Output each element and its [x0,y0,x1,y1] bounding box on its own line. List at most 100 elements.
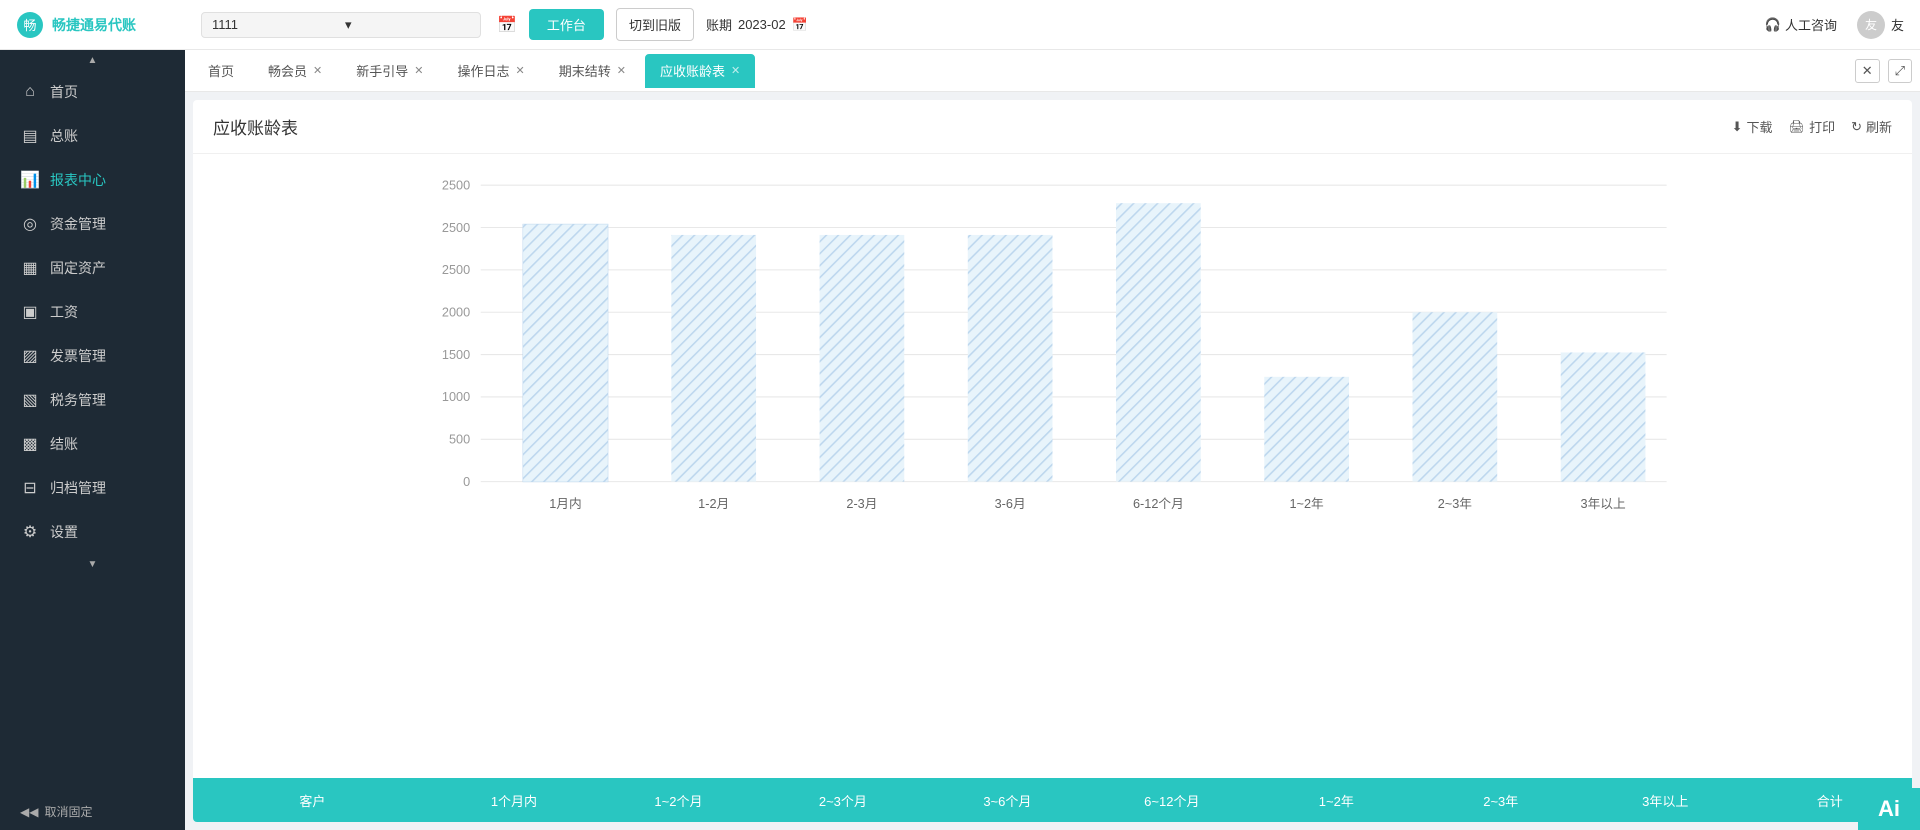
close-tab-vip[interactable]: ✕ [313,64,322,77]
page-actions: ⬇ 下载 🖨 打印 ↻ 刷新 [1732,117,1892,136]
sidebar-item-tax[interactable]: ▧ 税务管理 [0,378,185,422]
settings-icon: ⚙ [20,522,40,542]
refresh-button[interactable]: ↻ 刷新 [1851,117,1892,136]
ledger-icon: ▤ [20,126,40,146]
tax-icon: ▧ [20,390,40,410]
tabs-right-actions: ✕ ⤢ [1855,59,1912,83]
calendar-period-icon[interactable]: 📅 [792,17,808,33]
tab-oplog[interactable]: 操作日志 ✕ [442,54,539,88]
tab-closing[interactable]: 期末结转 ✕ [544,54,641,88]
company-selector[interactable]: 1111 ▾ [201,12,481,38]
company-name: 1111 [212,17,337,32]
sidebar-scroll-up[interactable]: ▲ [0,50,185,70]
avatar: 友 [1857,11,1885,39]
sidebar-item-salary[interactable]: ▣ 工资 [0,290,185,334]
sidebar-item-checkout[interactable]: ▩ 结账 [0,422,185,466]
main-layout: ▲ ⌂ 首页 ▤ 总账 📊 报表中心 ◎ 资金管理 ▦ 固定资产 ▣ 工资 ▨ … [0,50,1920,830]
sidebar-item-invoice[interactable]: ▨ 发票管理 [0,334,185,378]
app-header: 畅 畅捷通易代账 1111 ▾ 📅 工作台 切到旧版 账期 2023-02 📅 … [0,0,1920,50]
sidebar-item-home[interactable]: ⌂ 首页 [0,70,185,114]
logo-icon: 畅 [16,11,44,39]
user-button[interactable]: 友 友 [1857,11,1904,39]
svg-text:畅: 畅 [23,18,36,33]
tab-home[interactable]: 首页 [193,54,249,88]
switch-version-button[interactable]: 切到旧版 [616,8,694,41]
tab-ar-aging[interactable]: 应收账龄表 ✕ [645,54,755,88]
sidebar-label-tax: 税务管理 [50,390,106,410]
sidebar-item-reports[interactable]: 📊 报表中心 [0,158,185,202]
refresh-icon: ↻ [1851,119,1862,135]
svg-text:1~2年: 1~2年 [1290,497,1325,511]
logo-text: 畅捷通易代账 [52,15,136,35]
print-icon: 🖨 [1789,119,1806,135]
tab-vip[interactable]: 畅会员 ✕ [253,54,337,88]
support-button[interactable]: 🎧 人工咨询 [1765,15,1837,34]
col-3yearplus: 3年以上 [1583,791,1747,810]
headset-icon: 🎧 [1765,17,1781,33]
page-title: 应收账龄表 [213,114,298,139]
table-header: 客户 1个月内 1~2个月 2~3个月 3~6个月 6~12个月 1~2年 2~… [193,778,1912,822]
ai-badge[interactable]: Ai [1858,788,1920,830]
close-tab-guide[interactable]: ✕ [414,64,423,77]
sidebar-item-funds[interactable]: ◎ 资金管理 [0,202,185,246]
content-area: 首页 畅会员 ✕ 新手引导 ✕ 操作日志 ✕ 期末结转 ✕ 应收账龄表 ✕ [185,50,1920,830]
tab-guide[interactable]: 新手引导 ✕ [341,54,438,88]
sidebar-item-settings[interactable]: ⚙ 设置 [0,510,185,554]
invoice-icon: ▨ [20,346,40,366]
col-6-12month: 6~12个月 [1090,791,1254,810]
pin-icon: ◀◀ [20,805,38,819]
sidebar-label-invoice: 发票管理 [50,346,106,366]
pin-label: 取消固定 [44,803,92,820]
close-tab-closing[interactable]: ✕ [617,64,626,77]
sidebar-label-salary: 工资 [50,302,78,322]
sidebar-item-assets[interactable]: ▦ 固定资产 [0,246,185,290]
chevron-down-icon: ▾ [345,17,470,33]
tabs-bar: 首页 畅会员 ✕ 新手引导 ✕ 操作日志 ✕ 期末结转 ✕ 应收账龄表 ✕ [185,50,1920,92]
pin-toggle[interactable]: ◀◀ 取消固定 [0,793,185,830]
chart-wrapper: 2500 2500 2500 2000 1500 1000 500 0 1月内 [213,164,1892,524]
col-2-3month: 2~3个月 [761,791,925,810]
col-3-6month: 3~6个月 [925,791,1089,810]
sidebar-item-ledger[interactable]: ▤ 总账 [0,114,185,158]
svg-text:6-12个月: 6-12个月 [1133,497,1184,511]
sidebar-item-archive[interactable]: ⊟ 归档管理 [0,466,185,510]
workbench-button[interactable]: 工作台 [529,9,604,40]
sidebar-label-archive: 归档管理 [50,478,106,498]
page-content: 应收账龄表 ⬇ 下载 🖨 打印 ↻ 刷新 [193,100,1912,822]
checkout-icon: ▩ [20,434,40,454]
page-header: 应收账龄表 ⬇ 下载 🖨 打印 ↻ 刷新 [193,100,1912,154]
svg-text:2500: 2500 [442,263,470,277]
bar-chart: 2500 2500 2500 2000 1500 1000 500 0 1月内 [213,164,1892,524]
svg-text:1月内: 1月内 [549,497,581,511]
sidebar-label-funds: 资金管理 [50,214,106,234]
sidebar-label-reports: 报表中心 [50,170,106,190]
svg-text:500: 500 [449,433,470,447]
svg-text:2-3月: 2-3月 [846,497,877,511]
svg-text:1500: 1500 [442,348,470,362]
svg-text:1000: 1000 [442,390,470,404]
funds-icon: ◎ [20,214,40,234]
close-all-tabs-button[interactable]: ✕ [1855,59,1880,83]
calendar-icon[interactable]: 📅 [497,15,517,35]
svg-text:0: 0 [463,475,470,489]
home-icon: ⌂ [20,83,40,101]
assets-icon: ▦ [20,258,40,278]
sidebar-label-home: 首页 [50,82,78,102]
close-tab-ar-aging[interactable]: ✕ [731,64,740,77]
logo-area: 畅 畅捷通易代账 [16,11,201,39]
sidebar: ▲ ⌂ 首页 ▤ 总账 📊 报表中心 ◎ 资金管理 ▦ 固定资产 ▣ 工资 ▨ … [0,50,185,830]
download-button[interactable]: ⬇ 下载 [1732,117,1773,136]
sidebar-label-assets: 固定资产 [50,258,106,278]
download-icon: ⬇ [1732,119,1743,135]
header-right: 🎧 人工咨询 友 友 [1765,11,1904,39]
sidebar-label-settings: 设置 [50,522,78,542]
close-tab-oplog[interactable]: ✕ [516,64,525,77]
sidebar-scroll-down[interactable]: ▼ [0,554,185,574]
print-button[interactable]: 🖨 打印 [1789,117,1836,136]
svg-text:2500: 2500 [442,221,470,235]
salary-icon: ▣ [20,302,40,322]
period-label: 账期 2023-02 📅 [706,15,808,34]
svg-text:2000: 2000 [442,305,470,319]
svg-text:2~3年: 2~3年 [1438,497,1473,511]
expand-tabs-button[interactable]: ⤢ [1888,59,1912,83]
